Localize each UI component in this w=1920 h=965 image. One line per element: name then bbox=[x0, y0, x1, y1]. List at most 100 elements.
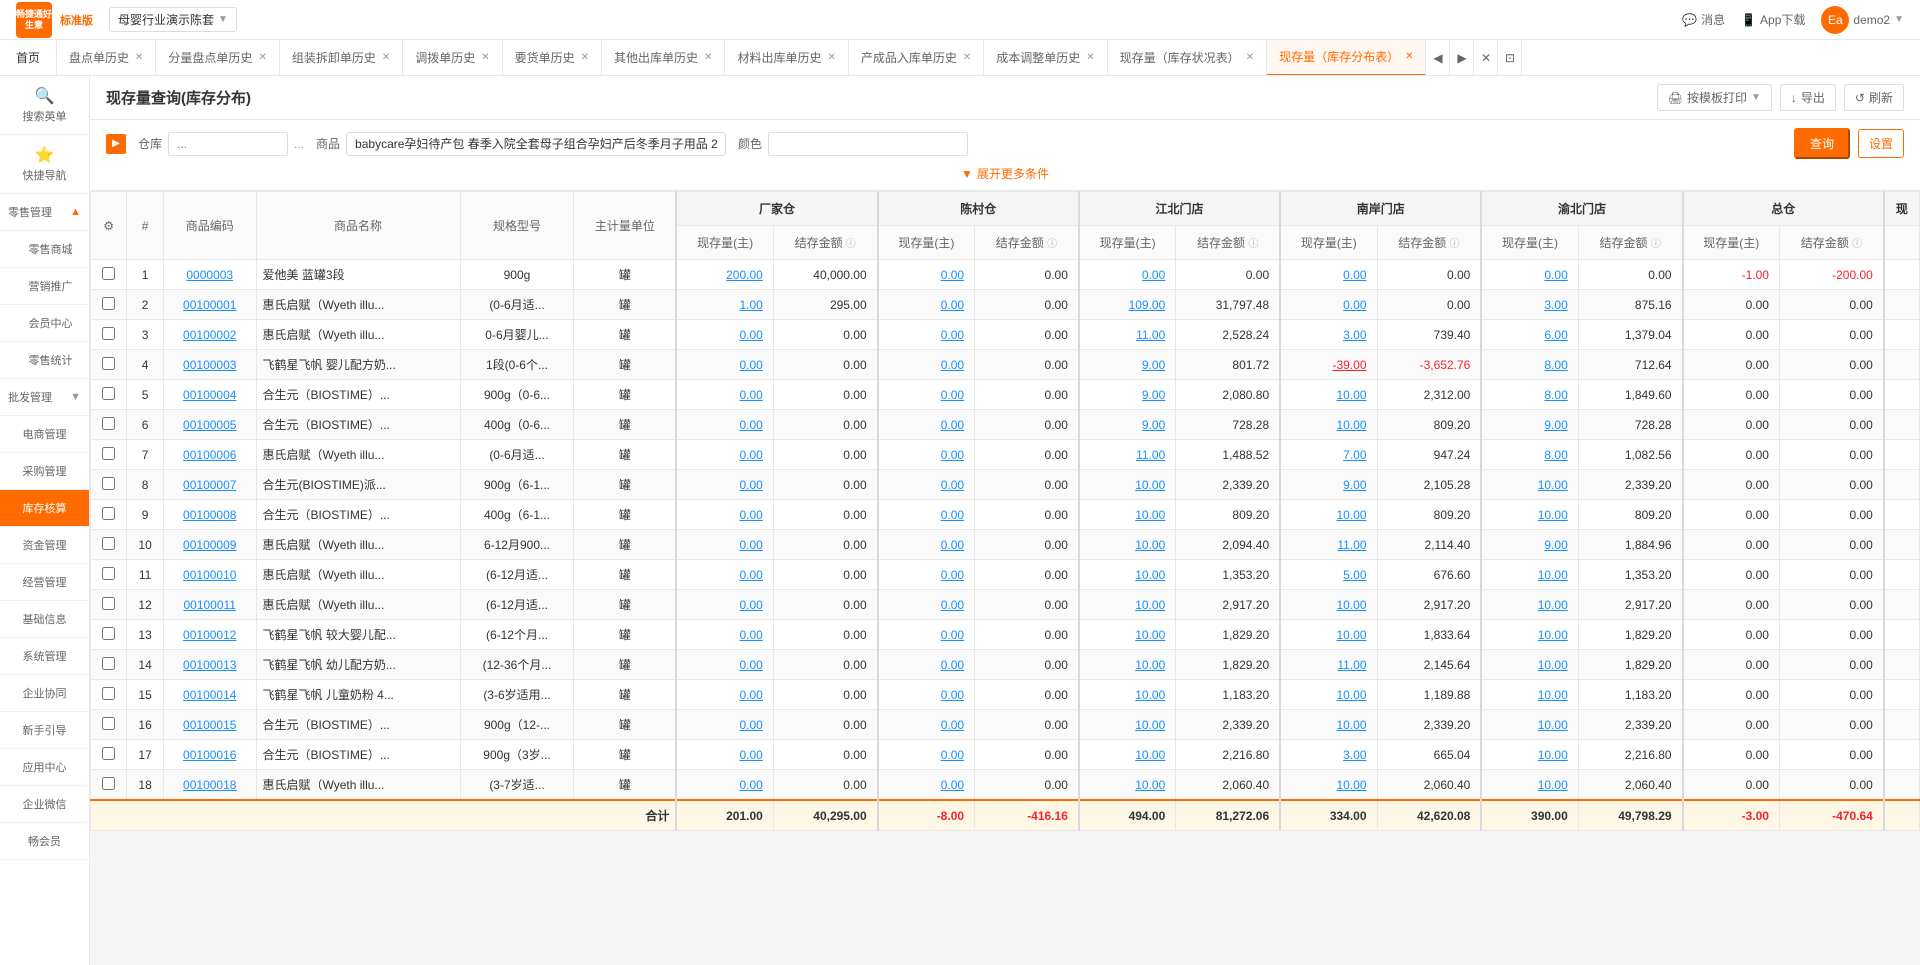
sidebar-item-ecommerce[interactable]: 电商管理 bbox=[0, 416, 89, 453]
tab-qita[interactable]: 其他出库单历史 ✕ bbox=[602, 40, 725, 76]
tab-home[interactable]: 首页 bbox=[0, 40, 57, 76]
sidebar-item-vip[interactable]: 畅会员 bbox=[0, 823, 89, 860]
sidebar-item-management[interactable]: 经营管理 bbox=[0, 564, 89, 601]
cell-total-qty: 0.00 bbox=[1683, 680, 1780, 710]
tab-diaopo[interactable]: 调拨单历史 ✕ bbox=[403, 40, 502, 76]
cell-checkbox[interactable] bbox=[91, 470, 127, 500]
warehouse-input[interactable] bbox=[168, 132, 288, 156]
cell-unit: 罐 bbox=[574, 500, 676, 530]
tab-kuzhuangkuang[interactable]: 现存量（库存状况表） ✕ bbox=[1108, 40, 1267, 76]
sidebar-item-wechat[interactable]: 企业微信 bbox=[0, 786, 89, 823]
message-btn[interactable]: 💬 消息 bbox=[1682, 11, 1725, 28]
cell-checkbox[interactable] bbox=[91, 350, 127, 380]
tab-cailiao[interactable]: 材料出库单历史 ✕ bbox=[725, 40, 848, 76]
refresh-btn[interactable]: ↺ 刷新 bbox=[1844, 84, 1904, 111]
sidebar-item-basic[interactable]: 基础信息 bbox=[0, 601, 89, 638]
sidebar-item-retail-mall[interactable]: 零售商城 bbox=[0, 231, 89, 268]
sidebar-item-nav[interactable]: ⭐ 快捷导航 bbox=[0, 135, 89, 194]
settings-btn[interactable]: 设置 bbox=[1858, 129, 1904, 158]
expand-icon: ▲ bbox=[70, 206, 81, 218]
sidebar-item-retail[interactable]: 零售管理 ▲ bbox=[0, 194, 89, 231]
sidebar-item-wholesale[interactable]: 批发管理 ▼ bbox=[0, 379, 89, 416]
tab-expand-btn[interactable]: ⊡ bbox=[1498, 40, 1522, 76]
cell-w5-qty: 10.00 bbox=[1481, 590, 1578, 620]
tab-yaohuo[interactable]: 要货单历史 ✕ bbox=[503, 40, 602, 76]
tab-close-icon[interactable]: ✕ bbox=[258, 52, 266, 63]
cell-extra bbox=[1884, 260, 1920, 290]
cell-checkbox[interactable] bbox=[91, 740, 127, 770]
cell-checkbox[interactable] bbox=[91, 680, 127, 710]
cell-code: 00100010 bbox=[163, 560, 256, 590]
tab-close-all-btn[interactable]: ✕ bbox=[1474, 40, 1498, 76]
sidebar-item-purchase[interactable]: 采购管理 bbox=[0, 453, 89, 490]
sidebar-item-marketing[interactable]: 营销推广 bbox=[0, 268, 89, 305]
cell-checkbox[interactable] bbox=[91, 590, 127, 620]
cell-checkbox[interactable] bbox=[91, 260, 127, 290]
cell-checkbox[interactable] bbox=[91, 620, 127, 650]
cell-checkbox[interactable] bbox=[91, 380, 127, 410]
cell-checkbox[interactable] bbox=[91, 650, 127, 680]
sidebar-item-appstore[interactable]: 应用中心 bbox=[0, 749, 89, 786]
warehouse-label: 仓库 bbox=[138, 135, 162, 152]
sidebar-item-retail-stats[interactable]: 零售统计 bbox=[0, 342, 89, 379]
cell-w5-amt: 1,829.20 bbox=[1578, 650, 1682, 680]
tab-zuhe[interactable]: 组装拆卸单历史 ✕ bbox=[280, 40, 403, 76]
cell-total-amt: 0.00 bbox=[1779, 440, 1883, 470]
cell-w4-qty: 11.00 bbox=[1280, 650, 1377, 680]
sidebar-item-finance[interactable]: 资金管理 bbox=[0, 527, 89, 564]
tab-chengben[interactable]: 成本调整单历史 ✕ bbox=[984, 40, 1107, 76]
user-area[interactable]: Ea demo2 ▼ bbox=[1821, 6, 1904, 34]
sidebar-item-member[interactable]: 会员中心 bbox=[0, 305, 89, 342]
tab-fenpan[interactable]: 分量盘点单历史 ✕ bbox=[156, 40, 279, 76]
app-download-btn[interactable]: 📱 App下载 bbox=[1741, 11, 1805, 28]
tab-close-icon[interactable]: ✕ bbox=[135, 52, 143, 63]
expand-conditions-btn[interactable]: ▼ 展开更多条件 bbox=[961, 165, 1049, 182]
tab-next-btn[interactable]: ▶ bbox=[1450, 40, 1474, 76]
cell-checkbox[interactable] bbox=[91, 770, 127, 801]
sum-w5-qty: 390.00 bbox=[1481, 800, 1578, 831]
cell-checkbox[interactable] bbox=[91, 500, 127, 530]
sidebar-item-guide[interactable]: 新手引导 bbox=[0, 712, 89, 749]
cell-idx: 7 bbox=[127, 440, 164, 470]
tab-close-icon[interactable]: ✕ bbox=[963, 52, 971, 63]
tab-close-icon[interactable]: ✕ bbox=[1086, 52, 1094, 63]
cell-w3-qty: 10.00 bbox=[1079, 500, 1176, 530]
cell-checkbox[interactable] bbox=[91, 440, 127, 470]
goods-input[interactable] bbox=[346, 132, 726, 156]
tab-close-icon[interactable]: ✕ bbox=[827, 52, 835, 63]
sidebar-item-search[interactable]: 🔍 搜索英单 bbox=[0, 76, 89, 135]
color-input[interactable] bbox=[768, 132, 968, 156]
cell-name: 合生元(BIOSTIME)派... bbox=[256, 470, 460, 500]
tab-close-icon[interactable]: ✕ bbox=[1246, 52, 1254, 63]
cell-w4-qty: 0.00 bbox=[1280, 260, 1377, 290]
cell-checkbox[interactable] bbox=[91, 710, 127, 740]
tab-kufenbu[interactable]: 现存量（库存分布表） ✕ bbox=[1267, 40, 1426, 76]
tab-chancheng[interactable]: 产成品入库单历史 ✕ bbox=[849, 40, 984, 76]
tab-close-icon[interactable]: ✕ bbox=[581, 52, 589, 63]
cell-checkbox[interactable] bbox=[91, 530, 127, 560]
tab-close-icon[interactable]: ✕ bbox=[481, 52, 489, 63]
print-btn[interactable]: 🖨 按模板打印 ▼ bbox=[1657, 84, 1772, 111]
cell-w5-qty: 8.00 bbox=[1481, 380, 1578, 410]
tab-prev-btn[interactable]: ◀ bbox=[1426, 40, 1450, 76]
cell-checkbox[interactable] bbox=[91, 410, 127, 440]
tab-close-icon[interactable]: ✕ bbox=[704, 52, 712, 63]
cell-checkbox[interactable] bbox=[91, 560, 127, 590]
collapse-btn[interactable]: ▶ bbox=[106, 134, 126, 154]
col-setting[interactable]: ⚙ bbox=[91, 192, 127, 260]
company-selector[interactable]: 母婴行业演示陈套 ▼ bbox=[109, 7, 237, 32]
cell-name: 飞鹤星飞帆 较大婴儿配... bbox=[256, 620, 460, 650]
cell-w2-amt: 0.00 bbox=[975, 320, 1079, 350]
tab-close-icon[interactable]: ✕ bbox=[382, 52, 390, 63]
sidebar-item-inventory[interactable]: 库存核算 bbox=[0, 490, 89, 527]
info-icon: ⓘ bbox=[846, 239, 856, 250]
cell-checkbox[interactable] bbox=[91, 290, 127, 320]
tab-close-icon[interactable]: ✕ bbox=[1405, 51, 1413, 62]
sidebar-item-collab[interactable]: 企业协同 bbox=[0, 675, 89, 712]
tab-pandian[interactable]: 盘点单历史 ✕ bbox=[57, 40, 156, 76]
export-btn[interactable]: ↓ 导出 bbox=[1780, 84, 1836, 111]
sidebar-item-system[interactable]: 系统管理 bbox=[0, 638, 89, 675]
query-btn[interactable]: 查询 bbox=[1794, 128, 1850, 159]
cell-spec: 900g（12-... bbox=[460, 710, 574, 740]
cell-checkbox[interactable] bbox=[91, 320, 127, 350]
